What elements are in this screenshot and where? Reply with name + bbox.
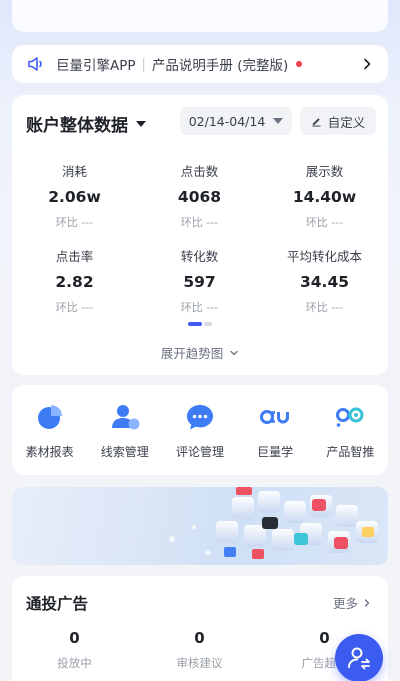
tool-material-report[interactable]: 素材报表 xyxy=(12,385,87,475)
metric-ctr[interactable]: 点击率 2.82 环比 --- xyxy=(12,246,137,315)
date-range-value: 02/14-04/14 xyxy=(188,113,266,129)
metric-value: 597 xyxy=(183,273,216,291)
page-indicator-active xyxy=(188,322,202,326)
metric-label: 展示数 xyxy=(305,164,344,179)
expand-trend-label: 展开趋势图 xyxy=(160,346,224,361)
stat-value: 0 xyxy=(194,629,205,647)
comment-icon xyxy=(186,405,213,430)
smart-push-icon xyxy=(336,407,364,427)
metric-conversions[interactable]: 转化数 597 环比 --- xyxy=(137,246,262,315)
learn-logo-icon xyxy=(260,410,290,424)
metric-impressions[interactable]: 展示数 14.40w 环比 --- xyxy=(262,161,387,230)
metric-ratio: 环比 --- xyxy=(55,216,94,229)
metric-avg-conversion-cost[interactable]: 平均转化成本 34.45 环比 --- xyxy=(262,246,387,315)
metric-label: 点击数 xyxy=(180,164,219,179)
metric-value: 2.06w xyxy=(48,188,101,206)
metric-ratio: 环比 --- xyxy=(180,301,219,314)
customer-service-fab[interactable] xyxy=(335,634,383,681)
metric-value: 4068 xyxy=(177,188,222,206)
pie-chart-icon xyxy=(37,405,62,429)
stat-label: 审核建议 xyxy=(176,656,223,670)
metric-ratio: 环比 --- xyxy=(55,301,94,314)
pencil-icon xyxy=(312,117,321,127)
date-range-picker[interactable]: 02/14-04/14 xyxy=(180,107,292,135)
ads-title: 通投广告 xyxy=(26,595,89,613)
metric-label: 消耗 xyxy=(61,164,87,179)
user-chat-icon xyxy=(111,405,140,430)
promo-banner[interactable] xyxy=(12,487,388,565)
unread-dot xyxy=(296,61,303,67)
tool-ocean-learn[interactable]: 巨量学 xyxy=(238,385,313,475)
notice-app-name: 巨量引擎APP xyxy=(56,58,136,74)
page-indicator-inactive xyxy=(204,322,212,326)
caret-down-icon xyxy=(136,120,146,127)
ads-stat-running[interactable]: 0 投放中 xyxy=(12,629,137,671)
tool-comment-management[interactable]: 评论管理 xyxy=(162,385,237,475)
tool-label: 素材报表 xyxy=(25,445,74,459)
account-data-card: 账户整体数据 02/14-04/14 自定义 消耗 2.06w 环比 --- 点… xyxy=(12,95,388,375)
metric-value: 34.45 xyxy=(299,273,350,291)
tool-label: 线索管理 xyxy=(100,445,149,459)
metric-label: 点击率 xyxy=(55,249,94,264)
account-data-title: 账户整体数据 xyxy=(26,116,128,136)
metric-ratio: 环比 --- xyxy=(305,301,344,314)
chevron-right-icon xyxy=(364,598,370,607)
custom-button[interactable]: 自定义 xyxy=(300,107,376,135)
notice-separator: | xyxy=(141,56,146,72)
account-data-title-selector[interactable]: 账户整体数据 xyxy=(26,111,146,136)
tool-smart-push[interactable]: 产品智推 xyxy=(313,385,388,475)
banner-illustration xyxy=(169,487,378,559)
notice-bar[interactable]: 巨量引擎APP | 产品说明手册 (完整版) xyxy=(12,45,388,83)
custom-label: 自定义 xyxy=(327,114,366,130)
metric-value: 14.40w xyxy=(292,188,357,206)
metric-label: 平均转化成本 xyxy=(286,249,362,264)
metric-ratio: 环比 --- xyxy=(180,216,219,229)
chevron-right-icon[interactable] xyxy=(360,57,374,71)
metric-ratio: 环比 --- xyxy=(305,216,344,229)
user-switch-icon xyxy=(348,647,370,670)
metric-cost[interactable]: 消耗 2.06w 环比 --- xyxy=(12,161,137,230)
caret-down-icon xyxy=(273,118,284,124)
metric-label: 转化数 xyxy=(180,249,219,264)
stat-label: 投放中 xyxy=(57,656,92,670)
tool-label: 巨量学 xyxy=(257,445,294,459)
tool-lead-management[interactable]: 线索管理 xyxy=(87,385,162,475)
top-card-stub xyxy=(12,0,388,32)
more-button[interactable]: 更多 xyxy=(333,593,372,612)
stat-value: 0 xyxy=(69,629,80,647)
more-label: 更多 xyxy=(332,596,358,611)
tool-label: 评论管理 xyxy=(175,445,224,459)
notice-doc-title: 产品说明手册 (完整版) xyxy=(151,58,289,74)
chevron-down-icon xyxy=(230,350,238,355)
tool-label: 产品智推 xyxy=(326,445,375,459)
ads-stat-review-suggestions[interactable]: 0 审核建议 xyxy=(137,629,262,671)
expand-trend-button[interactable]: 展开趋势图 xyxy=(12,343,388,362)
tools-card: 素材报表 线索管理 评论管理 巨量学 产品智推 xyxy=(12,385,388,475)
ads-card: 通投广告 更多 0 投放中 0 审核建议 0 广告超出 xyxy=(12,576,388,681)
speaker-icon xyxy=(28,57,42,71)
page-indicator xyxy=(188,322,212,326)
metric-clicks[interactable]: 点击数 4068 环比 --- xyxy=(137,161,262,230)
metric-value: 2.82 xyxy=(55,273,94,291)
